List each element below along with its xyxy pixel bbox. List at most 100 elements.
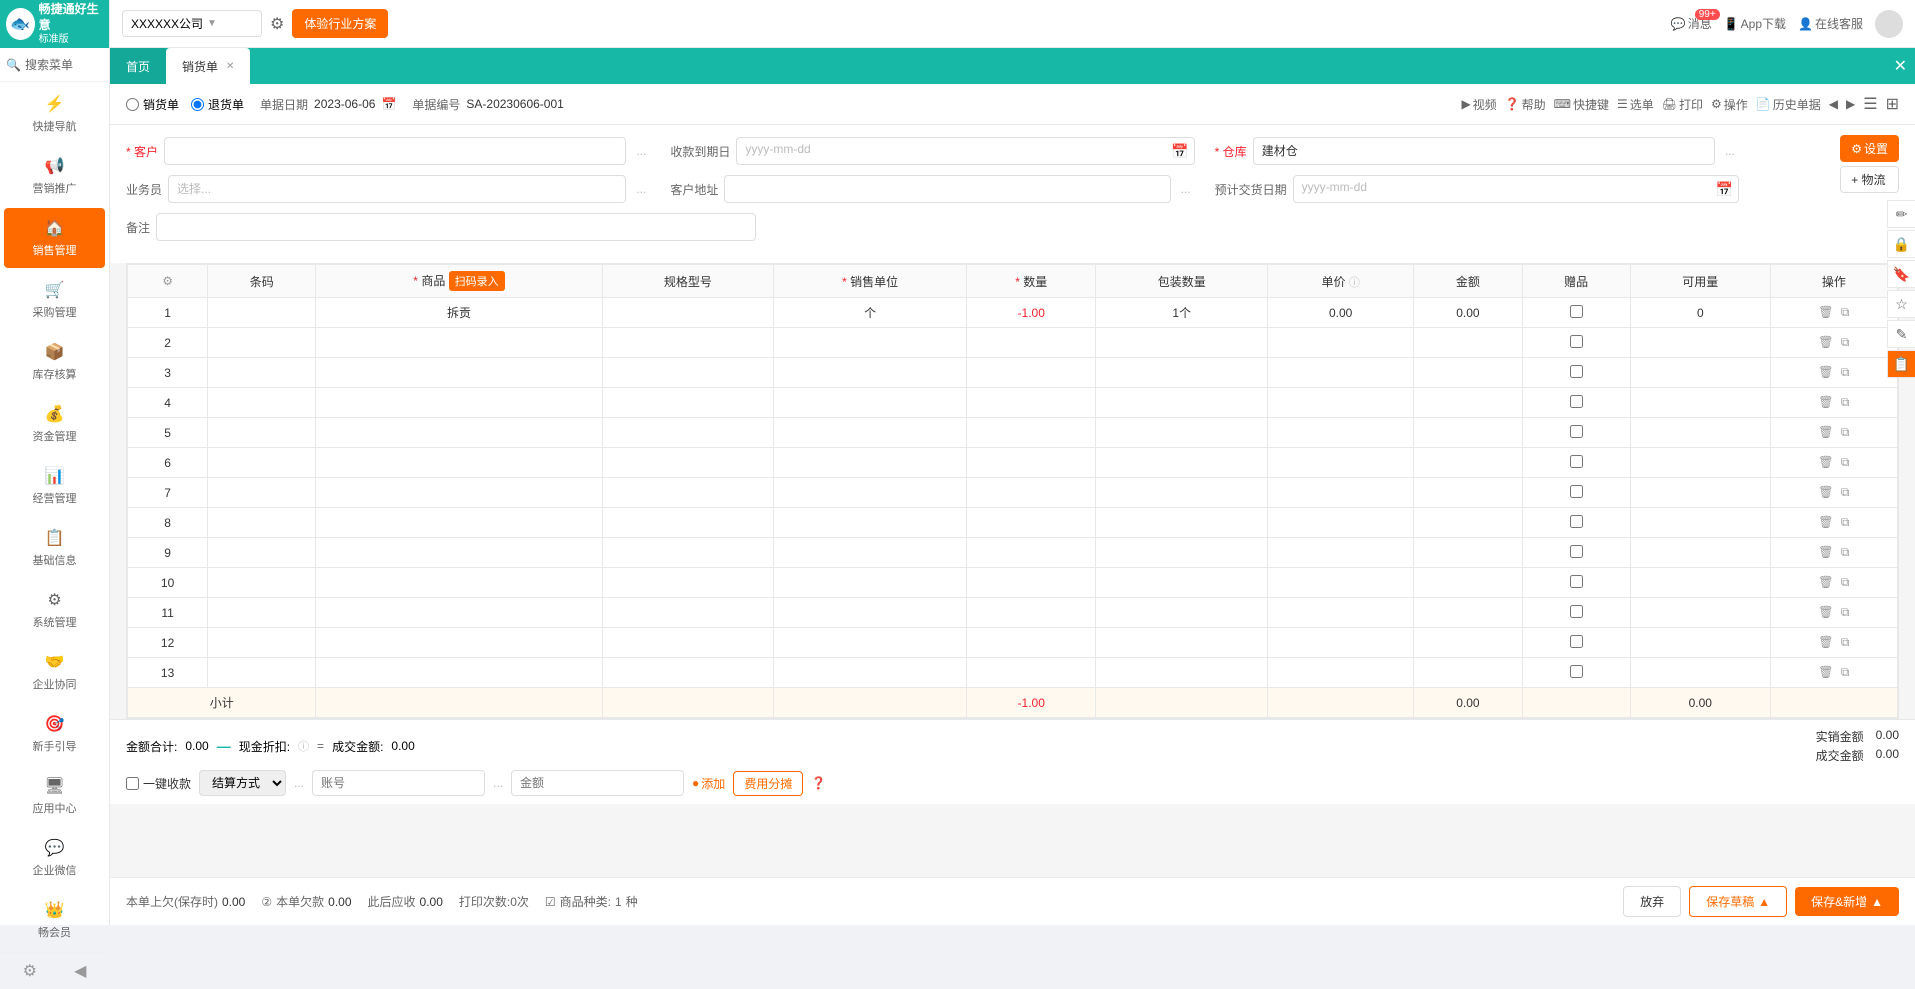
cell-pkg-qty-8[interactable] bbox=[1096, 538, 1268, 568]
cell-spec-7[interactable] bbox=[602, 508, 774, 538]
delete-icon-1[interactable]: 🗑 bbox=[1818, 335, 1833, 349]
notes-input[interactable] bbox=[156, 213, 756, 241]
cell-pkg-qty-9[interactable] bbox=[1096, 568, 1268, 598]
expense-help-icon[interactable]: ❓ bbox=[811, 776, 826, 790]
radio-return[interactable]: 退货单 bbox=[191, 96, 244, 113]
cash-discount-info-icon[interactable]: ⓘ bbox=[298, 738, 309, 754]
cell-unit-price-4[interactable] bbox=[1268, 418, 1414, 448]
cell-qty-0[interactable]: -1.00 bbox=[967, 298, 1096, 328]
cell-amount-7[interactable] bbox=[1414, 508, 1522, 538]
gift-checkbox-11[interactable] bbox=[1570, 635, 1583, 648]
side-action-edit[interactable]: ✏ bbox=[1887, 200, 1915, 228]
cell-qty-4[interactable] bbox=[967, 418, 1096, 448]
delete-icon-12[interactable]: 🗑 bbox=[1818, 665, 1833, 679]
cell-amount-10[interactable] bbox=[1414, 598, 1522, 628]
cell-spec-9[interactable] bbox=[602, 568, 774, 598]
payment-calendar-icon[interactable]: 📅 bbox=[1171, 143, 1188, 160]
discard-button[interactable]: 放弃 bbox=[1623, 886, 1681, 917]
cell-spec-1[interactable] bbox=[602, 328, 774, 358]
cell-amount-1[interactable] bbox=[1414, 328, 1522, 358]
cell-qty-5[interactable] bbox=[967, 448, 1096, 478]
cell-product-1[interactable] bbox=[316, 328, 602, 358]
cell-product-9[interactable] bbox=[316, 568, 602, 598]
cell-gift-0[interactable] bbox=[1522, 298, 1630, 328]
copy-icon-1[interactable]: ⧉ bbox=[1841, 335, 1850, 349]
cell-unit-4[interactable] bbox=[774, 418, 967, 448]
cell-unit-price-10[interactable] bbox=[1268, 598, 1414, 628]
gift-checkbox-10[interactable] bbox=[1570, 605, 1583, 618]
cell-product-5[interactable] bbox=[316, 448, 602, 478]
sidebar-item-inventory[interactable]: 📦库存核算 bbox=[4, 332, 105, 392]
cell-unit-price-12[interactable] bbox=[1268, 658, 1414, 688]
gift-checkbox-2[interactable] bbox=[1570, 365, 1583, 378]
cell-qty-12[interactable] bbox=[967, 658, 1096, 688]
delete-icon-3[interactable]: 🗑 bbox=[1818, 395, 1833, 409]
cell-unit-1[interactable] bbox=[774, 328, 967, 358]
app-download-link[interactable]: 📱 App下载 bbox=[1724, 15, 1786, 32]
cell-barcode-3[interactable] bbox=[208, 388, 316, 418]
cell-gift-3[interactable] bbox=[1522, 388, 1630, 418]
save-draft-button[interactable]: 保存草稿 ▲ bbox=[1689, 886, 1787, 917]
copy-icon-4[interactable]: ⧉ bbox=[1841, 425, 1850, 439]
tab-close-all-icon[interactable]: ✕ bbox=[1894, 56, 1907, 76]
gift-checkbox-3[interactable] bbox=[1570, 395, 1583, 408]
cell-spec-3[interactable] bbox=[602, 388, 774, 418]
scan-barcode-button[interactable]: 扫码录入 bbox=[449, 271, 505, 291]
cell-pkg-qty-0[interactable]: 1个 bbox=[1096, 298, 1268, 328]
tool-history[interactable]: 📄 历史单据 bbox=[1756, 96, 1821, 113]
cell-barcode-5[interactable] bbox=[208, 448, 316, 478]
cell-barcode-1[interactable] bbox=[208, 328, 316, 358]
cell-pkg-qty-7[interactable] bbox=[1096, 508, 1268, 538]
settings-icon[interactable]: ⚙ bbox=[23, 961, 37, 981]
delete-icon-4[interactable]: 🗑 bbox=[1818, 425, 1833, 439]
cell-product-10[interactable] bbox=[316, 598, 602, 628]
cell-pkg-qty-2[interactable] bbox=[1096, 358, 1268, 388]
next-icon[interactable]: ▶ bbox=[1846, 97, 1855, 111]
account-more-icon[interactable]: ... bbox=[493, 776, 503, 790]
gift-checkbox-8[interactable] bbox=[1570, 545, 1583, 558]
cell-unit-11[interactable] bbox=[774, 628, 967, 658]
sidebar-item-enterprise[interactable]: 🤝企业协同 bbox=[4, 642, 105, 702]
copy-icon-8[interactable]: ⧉ bbox=[1841, 545, 1850, 559]
cell-barcode-8[interactable] bbox=[208, 538, 316, 568]
cell-unit-9[interactable] bbox=[774, 568, 967, 598]
cell-unit-7[interactable] bbox=[774, 508, 967, 538]
cell-pkg-qty-3[interactable] bbox=[1096, 388, 1268, 418]
customer-input[interactable] bbox=[164, 137, 626, 165]
expected-date-input[interactable]: yyyy-mm-dd bbox=[1293, 175, 1739, 203]
payment-method-more-icon[interactable]: ... bbox=[294, 776, 304, 790]
cell-gift-5[interactable] bbox=[1522, 448, 1630, 478]
cell-unit-12[interactable] bbox=[774, 658, 967, 688]
cell-pkg-qty-5[interactable] bbox=[1096, 448, 1268, 478]
delete-icon-2[interactable]: 🗑 bbox=[1818, 365, 1833, 379]
gift-checkbox-9[interactable] bbox=[1570, 575, 1583, 588]
prev-icon[interactable]: ◀ bbox=[1829, 97, 1838, 111]
cell-unit-8[interactable] bbox=[774, 538, 967, 568]
cell-qty-11[interactable] bbox=[967, 628, 1096, 658]
sidebar-item-wechat[interactable]: 💬企业微信 bbox=[4, 828, 105, 888]
delete-icon-6[interactable]: 🗑 bbox=[1818, 485, 1833, 499]
cell-amount-5[interactable] bbox=[1414, 448, 1522, 478]
cell-spec-2[interactable] bbox=[602, 358, 774, 388]
cell-unit-price-6[interactable] bbox=[1268, 478, 1414, 508]
th-gear[interactable]: ⚙ bbox=[128, 265, 208, 298]
cell-qty-9[interactable] bbox=[967, 568, 1096, 598]
cell-product-3[interactable] bbox=[316, 388, 602, 418]
cell-qty-7[interactable] bbox=[967, 508, 1096, 538]
gift-checkbox-5[interactable] bbox=[1570, 455, 1583, 468]
add-button[interactable]: ● 添加 bbox=[692, 775, 725, 792]
cell-product-4[interactable] bbox=[316, 418, 602, 448]
delete-icon-7[interactable]: 🗑 bbox=[1818, 515, 1833, 529]
sidebar-search[interactable]: 🔍 搜索菜单 bbox=[0, 48, 109, 82]
sidebar-item-system[interactable]: ⚙系统管理 bbox=[4, 580, 105, 640]
cell-qty-10[interactable] bbox=[967, 598, 1096, 628]
sidebar-item-marketing[interactable]: 📢营销推广 bbox=[4, 146, 105, 206]
cell-barcode-6[interactable] bbox=[208, 478, 316, 508]
tool-video[interactable]: ▶ 视频 bbox=[1461, 96, 1496, 113]
gift-checkbox-7[interactable] bbox=[1570, 515, 1583, 528]
trial-button[interactable]: 体验行业方案 bbox=[292, 9, 388, 38]
expected-calendar-icon[interactable]: 📅 bbox=[1716, 181, 1733, 198]
tab-home[interactable]: 首页 bbox=[110, 48, 166, 84]
warehouse-input[interactable]: 建材仓 bbox=[1253, 137, 1715, 165]
cell-amount-6[interactable] bbox=[1414, 478, 1522, 508]
